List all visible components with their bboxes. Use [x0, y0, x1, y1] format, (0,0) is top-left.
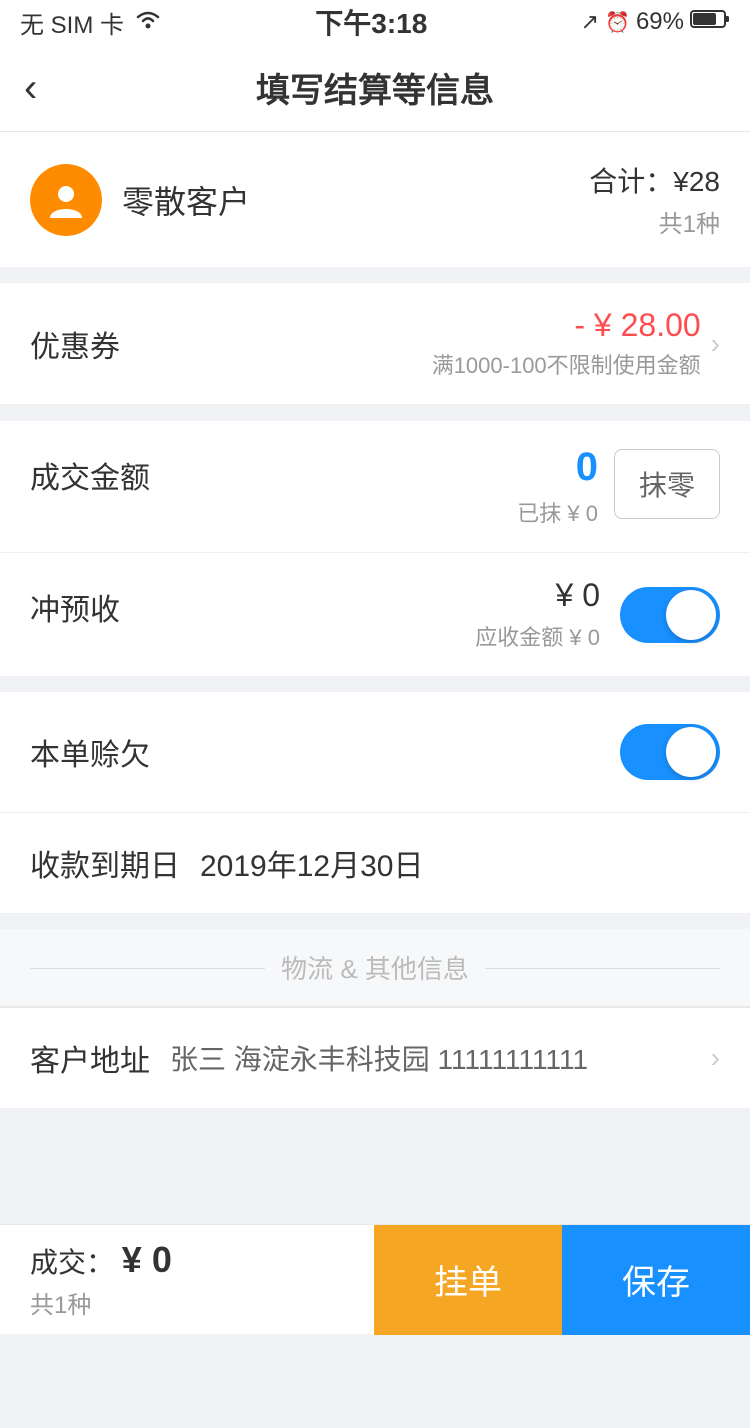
bottom-count: 共1种	[30, 1285, 344, 1320]
prepay-right: ¥ 0 应收金额 ¥ 0	[475, 577, 720, 652]
save-button[interactable]: 保存	[562, 1225, 750, 1335]
prepay-toggle[interactable]	[620, 587, 720, 643]
address-value: 张三 海淀永丰科技园 11111111111	[170, 1038, 711, 1078]
prepay-value-wrap: ¥ 0 应收金额 ¥ 0	[475, 577, 600, 652]
battery-icon	[690, 8, 730, 37]
bottom-deal-row: 成交： ¥ 0	[30, 1239, 344, 1281]
deal-amount-row: 成交金额 0 已抹 ¥ 0 抹零	[0, 421, 750, 553]
divider-2	[0, 405, 750, 421]
customer-left: 零散客户	[30, 164, 250, 236]
deal-amount-label: 成交金额	[30, 445, 150, 497]
avatar	[30, 164, 102, 236]
debt-label: 本单赊欠	[30, 730, 150, 774]
coupon-discount: - ¥ 28.00	[432, 307, 701, 344]
bottom-deal-amount: ¥ 0	[122, 1239, 172, 1280]
bottom-deal-label: 成交：	[30, 1247, 114, 1278]
deal-amount-value-wrap: 0 已抹 ¥ 0	[517, 445, 598, 528]
prepay-row: 冲预收 ¥ 0 应收金额 ¥ 0	[0, 553, 750, 676]
customer-total-area: 合计：¥28 共1种	[589, 160, 720, 239]
bottom-info: 成交： ¥ 0 共1种	[0, 1239, 374, 1320]
status-left: 无 SIM 卡	[20, 5, 162, 40]
customer-total: 合计：¥28	[589, 160, 720, 200]
prepay-sub: 应收金额 ¥ 0	[475, 620, 600, 652]
logistics-header: 物流 & 其他信息	[0, 929, 750, 1006]
divider-1	[0, 267, 750, 283]
coupon-value-wrap: - ¥ 28.00 满1000-100不限制使用金额	[432, 307, 701, 380]
address-row[interactable]: 客户地址 张三 海淀永丰科技园 11111111111 ›	[0, 1008, 750, 1108]
bottom-bar: 成交： ¥ 0 共1种 挂单 保存	[0, 1224, 750, 1334]
coupon-desc: 满1000-100不限制使用金额	[432, 348, 701, 380]
alarm-icon: ⏰	[605, 10, 630, 35]
duedate-row: 收款到期日 2019年12月30日	[0, 812, 750, 913]
coupon-chevron-icon: ›	[711, 328, 720, 360]
status-bar: 无 SIM 卡 下午3:18 ↗ ⏰ 69%	[0, 0, 750, 44]
duedate-label: 收款到期日	[30, 841, 180, 885]
prepay-value: ¥ 0	[475, 577, 600, 614]
coupon-label: 优惠券	[30, 322, 120, 366]
nav-bar: ‹ 填写结算等信息	[0, 44, 750, 132]
customer-section: 零散客户 合计：¥28 共1种	[0, 132, 750, 267]
prepay-label: 冲预收	[30, 577, 120, 629]
deal-amount-value: 0	[517, 445, 598, 490]
customer-count: 共1种	[589, 204, 720, 239]
deal-amount-sub: 已抹 ¥ 0	[517, 496, 598, 528]
back-button[interactable]: ‹	[24, 68, 37, 108]
toggle-knob	[666, 590, 716, 640]
logistics-header-text: 物流 & 其他信息	[265, 954, 485, 984]
status-right: ↗ ⏰ 69%	[581, 8, 730, 37]
coupon-row[interactable]: 优惠券 - ¥ 28.00 满1000-100不限制使用金额 ›	[0, 283, 750, 405]
customer-name: 零散客户	[122, 177, 250, 223]
debt-toggle[interactable]	[620, 724, 720, 780]
address-label: 客户地址	[30, 1036, 150, 1080]
location-icon: ↗	[581, 9, 599, 35]
wifi-icon	[134, 8, 162, 36]
deal-amount-right: 0 已抹 ¥ 0 抹零	[517, 445, 720, 528]
address-chevron-icon: ›	[711, 1042, 720, 1074]
battery-text: 69%	[636, 8, 684, 36]
coupon-right: - ¥ 28.00 满1000-100不限制使用金额 ›	[432, 307, 720, 380]
debt-toggle-knob	[666, 727, 716, 777]
hang-button[interactable]: 挂单	[374, 1225, 562, 1335]
nav-title: 填写结算等信息	[256, 63, 494, 112]
round-button[interactable]: 抹零	[614, 449, 720, 519]
status-time: 下午3:18	[315, 2, 427, 42]
debt-row: 本单赊欠	[0, 692, 750, 812]
duedate-value: 2019年12月30日	[200, 841, 423, 885]
divider-3	[0, 676, 750, 692]
divider-4	[0, 913, 750, 929]
carrier-text: 无 SIM 卡	[20, 5, 124, 40]
